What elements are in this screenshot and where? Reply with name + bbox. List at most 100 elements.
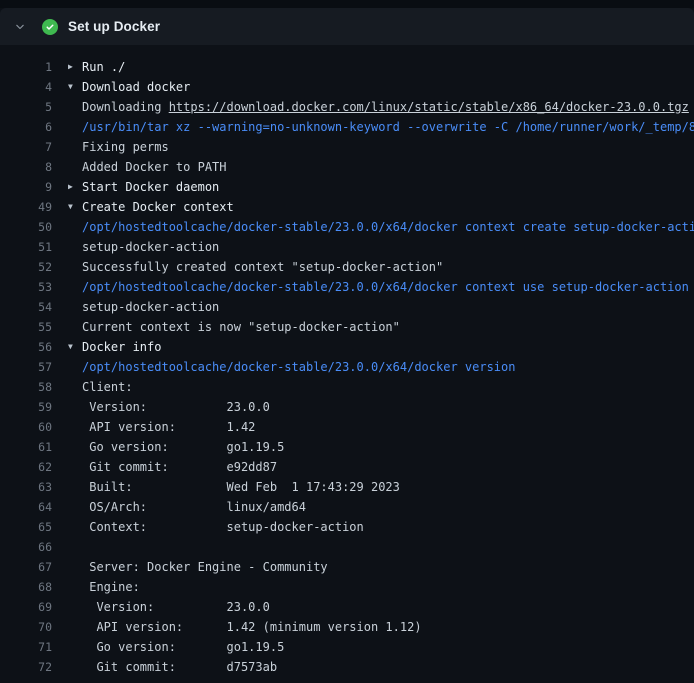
log-group-row[interactable]: 4▼Download docker — [0, 77, 694, 97]
log-row: 61 Go version: go1.19.5 — [0, 437, 694, 457]
indent-spacer — [68, 217, 82, 237]
indent-spacer — [68, 557, 82, 577]
line-number[interactable]: 67 — [0, 557, 68, 577]
log-text: Git commit: e92dd87 — [82, 457, 277, 477]
indent-spacer — [68, 597, 82, 617]
log-group-row[interactable]: 56▼Docker info — [0, 337, 694, 357]
line-number[interactable]: 56 — [0, 337, 68, 357]
indent-spacer — [68, 277, 82, 297]
line-number[interactable]: 70 — [0, 617, 68, 637]
line-number[interactable]: 5 — [0, 97, 68, 117]
indent-spacer — [68, 497, 82, 517]
line-number[interactable]: 58 — [0, 377, 68, 397]
log-text: Create Docker context — [82, 197, 234, 217]
line-number[interactable]: 6 — [0, 117, 68, 137]
indent-spacer — [68, 457, 82, 477]
line-number[interactable]: 4 — [0, 77, 68, 97]
log-link[interactable]: https://download.docker.com/linux/static… — [169, 100, 689, 114]
log-row: 53/opt/hostedtoolcache/docker-stable/23.… — [0, 277, 694, 297]
log-text: Built: Wed Feb 1 17:43:29 2023 — [82, 477, 400, 497]
line-number[interactable]: 52 — [0, 257, 68, 277]
log-group-row[interactable]: 9▶Start Docker daemon — [0, 177, 694, 197]
indent-spacer — [68, 317, 82, 337]
log-text: Client: — [82, 377, 133, 397]
log-text: setup-docker-action — [82, 297, 219, 317]
log-row: 68 Engine: — [0, 577, 694, 597]
line-number[interactable]: 63 — [0, 477, 68, 497]
line-number[interactable]: 51 — [0, 237, 68, 257]
line-number[interactable]: 68 — [0, 577, 68, 597]
line-number[interactable]: 59 — [0, 397, 68, 417]
line-number[interactable]: 55 — [0, 317, 68, 337]
triangle-down-icon: ▼ — [68, 77, 82, 97]
line-number[interactable]: 57 — [0, 357, 68, 377]
log-row: 60 API version: 1.42 — [0, 417, 694, 437]
log-row: 51setup-docker-action — [0, 237, 694, 257]
log-row: 8 Added Docker to PATH — [0, 157, 694, 177]
line-number[interactable]: 8 — [0, 157, 68, 177]
line-number[interactable]: 50 — [0, 217, 68, 237]
log-row: 69 Version: 23.0.0 — [0, 597, 694, 617]
line-number[interactable]: 72 — [0, 657, 68, 677]
line-number[interactable]: 1 — [0, 57, 68, 77]
log-group-row[interactable]: 49▼Create Docker context — [0, 197, 694, 217]
log-text-part: Downloading — [82, 100, 169, 114]
line-number[interactable]: 64 — [0, 497, 68, 517]
line-number[interactable]: 71 — [0, 637, 68, 657]
log-row: 59 Version: 23.0.0 — [0, 397, 694, 417]
indent-spacer — [68, 477, 82, 497]
triangle-down-icon: ▼ — [68, 197, 82, 217]
log-text: Added Docker to PATH — [82, 157, 227, 177]
line-number[interactable]: 7 — [0, 137, 68, 157]
log-text: Download docker — [82, 77, 190, 97]
log-text: API version: 1.42 (minimum version 1.12) — [82, 617, 422, 637]
triangle-down-icon: ▼ — [68, 337, 82, 357]
log-row: 64 OS/Arch: linux/amd64 — [0, 497, 694, 517]
log-text: Run ./ — [82, 57, 125, 77]
log-text: API version: 1.42 — [82, 417, 255, 437]
log-text: Current context is now "setup-docker-act… — [82, 317, 400, 337]
indent-spacer — [68, 637, 82, 657]
log-row: 7Fixing perms — [0, 137, 694, 157]
log-text: Version: 23.0.0 — [82, 597, 270, 617]
log-row: 6/usr/bin/tar xz --warning=no-unknown-ke… — [0, 117, 694, 137]
indent-spacer — [68, 437, 82, 457]
log-lines: 1▶Run ./4▼Download docker5Downloading ht… — [0, 45, 694, 677]
log-row: 63 Built: Wed Feb 1 17:43:29 2023 — [0, 477, 694, 497]
line-number[interactable]: 66 — [0, 537, 68, 557]
indent-spacer — [68, 137, 82, 157]
log-command-text: /opt/hostedtoolcache/docker-stable/23.0.… — [82, 357, 515, 377]
line-number[interactable]: 69 — [0, 597, 68, 617]
line-number[interactable]: 60 — [0, 417, 68, 437]
log-text: Server: Docker Engine - Community — [82, 557, 328, 577]
line-number[interactable]: 65 — [0, 517, 68, 537]
indent-spacer — [68, 97, 82, 117]
line-number[interactable]: 53 — [0, 277, 68, 297]
log-row: 62 Git commit: e92dd87 — [0, 457, 694, 477]
log-text: Go version: go1.19.5 — [82, 437, 284, 457]
log-group-row[interactable]: 1▶Run ./ — [0, 57, 694, 77]
line-number[interactable]: 61 — [0, 437, 68, 457]
log-text: Git commit: d7573ab — [82, 657, 277, 677]
indent-spacer — [68, 577, 82, 597]
indent-spacer — [68, 297, 82, 317]
log-text: Downloading https://download.docker.com/… — [82, 97, 689, 117]
triangle-right-icon: ▶ — [68, 57, 82, 77]
log-row: 72 Git commit: d7573ab — [0, 657, 694, 677]
log-text: Engine: — [82, 577, 140, 597]
line-number[interactable]: 9 — [0, 177, 68, 197]
log-text: Go version: go1.19.5 — [82, 637, 284, 657]
line-number[interactable]: 62 — [0, 457, 68, 477]
step-header-set-up-docker[interactable]: Set up Docker — [0, 8, 694, 45]
log-row: 50/opt/hostedtoolcache/docker-stable/23.… — [0, 217, 694, 237]
log-text: Docker info — [82, 337, 161, 357]
log-command-text: /usr/bin/tar xz --warning=no-unknown-key… — [82, 117, 694, 137]
line-number[interactable]: 49 — [0, 197, 68, 217]
indent-spacer — [68, 617, 82, 637]
chevron-down-icon[interactable] — [12, 19, 28, 35]
log-row: 71 Go version: go1.19.5 — [0, 637, 694, 657]
indent-spacer — [68, 357, 82, 377]
line-number[interactable]: 54 — [0, 297, 68, 317]
indent-spacer — [68, 237, 82, 257]
log-row: 67 Server: Docker Engine - Community — [0, 557, 694, 577]
